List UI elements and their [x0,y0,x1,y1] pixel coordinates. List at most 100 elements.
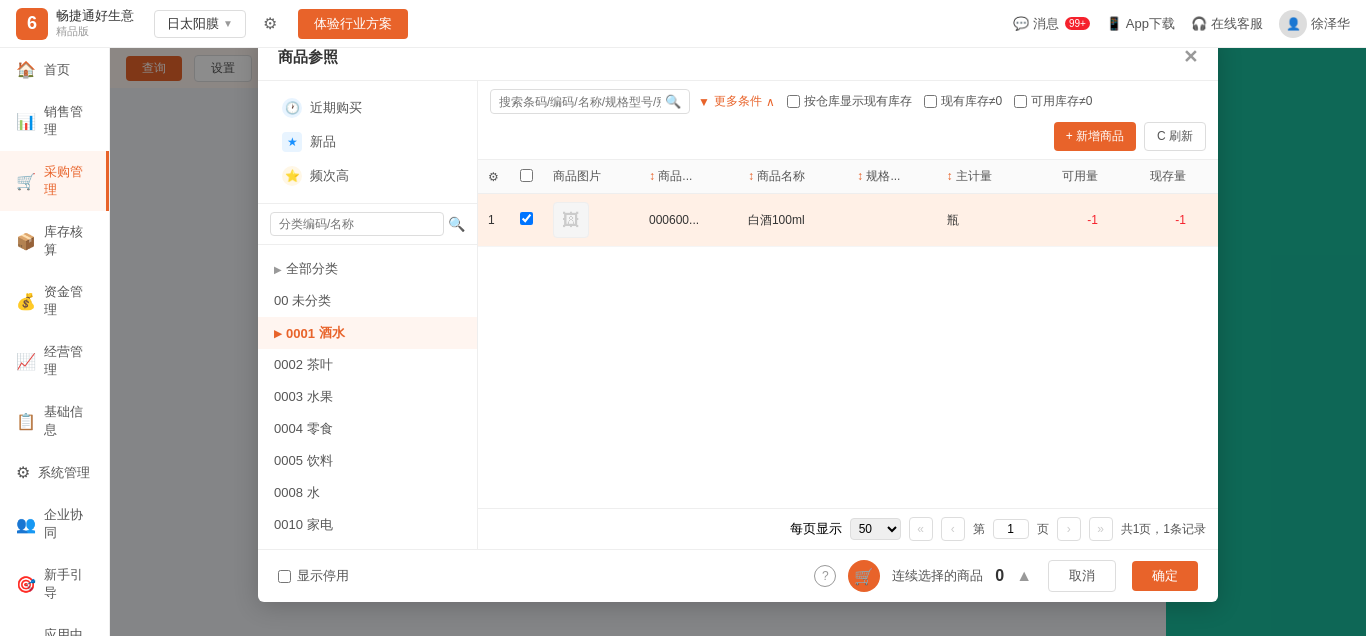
warehouse-checkbox[interactable] [787,95,800,108]
confirm-button[interactable]: 确定 [1132,561,1198,591]
row-checkbox[interactable] [510,194,543,247]
next-page-btn[interactable]: › [1057,517,1081,541]
col-stock: 现存量 [1108,160,1218,194]
sidebar-item-basic[interactable]: 📋 基础信息 [0,391,109,451]
online-service-item[interactable]: 🎧 在线客服 [1191,15,1263,33]
user-item[interactable]: 👤 徐泽华 [1279,10,1350,38]
settings-icon[interactable]: ⚙ [254,8,286,40]
category-0004[interactable]: 0004 零食 [258,413,477,445]
category-00[interactable]: 00 未分类 [258,285,477,317]
messages-item[interactable]: 💬 消息 99+ [1013,15,1090,33]
home-icon: 🏠 [16,60,36,79]
select-all-checkbox[interactable] [520,169,533,182]
sidebar-label-sales: 销售管理 [44,103,93,139]
cart-button[interactable]: 🛒 [848,560,880,592]
product-search-input[interactable] [499,95,661,109]
warehouse-check-label[interactable]: 按仓库显示现有库存 [787,93,912,110]
sidebar-item-operation[interactable]: 📈 经营管理 [0,331,109,391]
sidebar-item-sales[interactable]: 📊 销售管理 [0,91,109,151]
table-row[interactable]: 1 🖼 000600... 白酒100ml 瓶 [478,194,1218,247]
cat0002-label: 0002 茶叶 [274,356,333,374]
category-0003[interactable]: 0003 水果 [258,381,477,413]
row-select-checkbox[interactable] [520,212,533,225]
first-page-btn[interactable]: « [909,517,933,541]
trial-button[interactable]: 体验行业方案 [298,9,408,39]
all-category-label: 全部分类 [286,260,338,278]
table-header: ⚙ 商品图片 ↕ 商品... ↕ 商品名称 [478,160,1218,194]
show-disabled-checkbox[interactable] [278,570,291,583]
cancel-button[interactable]: 取消 [1048,560,1116,592]
cat0001-arrow: ▶ [274,328,282,339]
col-unit: ↕ 主计量 [937,160,1029,194]
message-icon: 💬 [1013,16,1029,31]
app-download-item[interactable]: 📱 App下载 [1106,15,1175,33]
usable-check-text: 可用库存≠0 [1031,93,1092,110]
operation-icon: 📈 [16,352,36,371]
sidebar-label-basic: 基础信息 [44,403,93,439]
col-settings[interactable]: ⚙ [478,160,510,194]
cart-section: ? 🛒 连续选择的商品 0 ▲ [814,560,1032,592]
show-disabled-label[interactable]: 显示停用 [278,567,349,585]
more-conditions-btn[interactable]: ▼ 更多条件 ∧ [698,93,775,110]
sidebar-item-apps[interactable]: 📱 应用中心 [0,614,109,636]
nav-dropdown-label: 日太阳膜 [167,15,219,33]
collapse-cart-icon[interactable]: ▲ [1016,567,1032,585]
filter-checkboxes: 按仓库显示现有库存 现有库存≠0 可用库存≠0 [787,93,1093,110]
category-search-input[interactable] [270,212,444,236]
sidebar: 🏠 首页 📊 销售管理 🛒 采购管理 📦 库存核算 💰 资金管理 📈 经营管理 … [0,48,110,636]
sidebar-label-home: 首页 [44,61,70,79]
category-0008[interactable]: 0008 水 [258,477,477,509]
quick-recent[interactable]: 🕐 近期购买 [270,91,465,125]
row-spec [847,194,936,247]
show-disabled-text: 显示停用 [297,567,349,585]
topnav: 6 畅捷通好生意 精品版 日太阳膜 ▼ ⚙ 体验行业方案 💬 消息 99+ 📱 … [0,0,1366,48]
category-0010[interactable]: 0010 家电 [258,509,477,541]
category-0001[interactable]: ▶ 0001 酒水 [258,317,477,349]
sidebar-item-system[interactable]: ⚙ 系统管理 [0,451,109,494]
col-spec: ↕ 规格... [847,160,936,194]
available-checkbox[interactable] [924,95,937,108]
app-logo-icon: 6 [16,8,48,40]
quick-new[interactable]: ★ 新品 [270,125,465,159]
messages-badge: 99+ [1065,17,1090,30]
usable-checkbox[interactable] [1014,95,1027,108]
category-0005[interactable]: 0005 饮料 [258,445,477,477]
col-checkbox[interactable] [510,160,543,194]
per-page-select[interactable]: 50 20 100 [850,518,901,540]
modal-footer: 显示停用 ? 🛒 连续选择的商品 0 ▲ 取消 确定 [258,549,1218,602]
available-check-label[interactable]: 现有库存≠0 [924,93,1002,110]
add-product-button[interactable]: + 新增商品 [1054,122,1136,151]
product-search-icon[interactable]: 🔍 [665,94,681,109]
modal-close-button[interactable]: ✕ [1183,48,1198,68]
cat0003-label: 0003 水果 [274,388,333,406]
category-search-icon[interactable]: 🔍 [448,216,465,232]
total-info: 共1页，1条记录 [1121,521,1206,538]
col-unit-sort-icon: ↕ [947,169,953,183]
new-icon: ★ [282,132,302,152]
nav-dropdown[interactable]: 日太阳膜 ▼ [154,10,246,38]
usable-check-label[interactable]: 可用库存≠0 [1014,93,1092,110]
category-0002[interactable]: 0002 茶叶 [258,349,477,381]
last-page-btn[interactable]: » [1089,517,1113,541]
cat0010-label: 0010 家电 [274,516,333,534]
sidebar-label-apps: 应用中心 [44,626,93,636]
prev-page-btn[interactable]: ‹ [941,517,965,541]
online-service-label: 在线客服 [1211,15,1263,33]
col-code-sort-icon: ↕ [649,169,655,183]
help-icon[interactable]: ? [814,565,836,587]
quick-frequent[interactable]: ⭐ 频次高 [270,159,465,193]
sidebar-item-home[interactable]: 🏠 首页 [0,48,109,91]
page-number-input[interactable] [993,519,1029,539]
conditions-arrow: ∧ [766,95,775,109]
refresh-button[interactable]: C 刷新 [1144,122,1206,151]
sidebar-item-enterprise[interactable]: 👥 企业协同 [0,494,109,554]
col-available: 可用量 [1029,160,1108,194]
quick-new-label: 新品 [310,133,336,151]
sidebar-item-guide[interactable]: 🎯 新手引导 [0,554,109,614]
sidebar-item-inventory[interactable]: 📦 库存核算 [0,211,109,271]
sidebar-item-finance[interactable]: 💰 资金管理 [0,271,109,331]
sidebar-item-purchase[interactable]: 🛒 采购管理 [0,151,109,211]
sidebar-label-operation: 经营管理 [44,343,93,379]
category-all[interactable]: ▶ 全部分类 [258,253,477,285]
modal-overlay: 商品参照 ✕ 🕐 近期购买 ★ 新 [110,48,1366,636]
